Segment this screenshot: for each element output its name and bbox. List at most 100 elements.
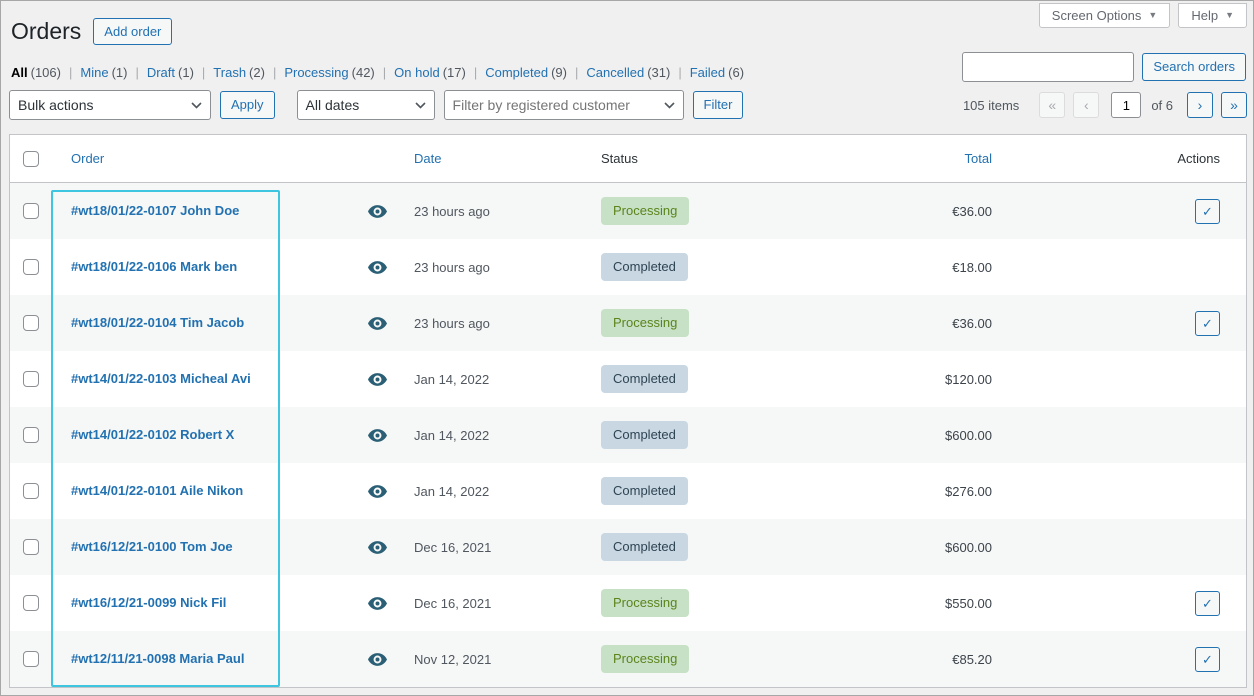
status-badge: Completed	[601, 477, 688, 505]
status-badge: Processing	[601, 197, 690, 225]
order-date: Nov 12, 2021	[414, 651, 492, 667]
row-checkbox[interactable]	[23, 595, 39, 611]
filter-count: (2)	[249, 65, 265, 80]
select-all-checkbox[interactable]	[23, 150, 39, 167]
table-row: #wt14/01/22-0101 Aile Nikon Jan 14, 2022…	[10, 463, 1246, 519]
table-header-row: Order Date Status Total Actions	[10, 135, 1246, 183]
row-checkbox[interactable]	[23, 315, 39, 331]
help-button[interactable]: Help ▼	[1178, 3, 1247, 28]
filter-label: All	[11, 65, 28, 80]
order-link[interactable]: #wt18/01/22-0106 Mark ben	[71, 259, 237, 274]
filter-label: Trash	[213, 65, 247, 80]
next-page-button[interactable]: ›	[1187, 92, 1213, 118]
customer-filter-placeholder: Filter by registered customer	[452, 97, 630, 113]
order-date: 23 hours ago	[414, 203, 490, 219]
bulk-actions-value: Bulk actions	[18, 97, 94, 113]
order-total: $600.00	[945, 427, 992, 443]
order-date: 23 hours ago	[414, 315, 490, 331]
order-total: $550.00	[945, 595, 992, 611]
filter-count: (6)	[728, 65, 745, 80]
chevron-down-icon	[414, 102, 426, 109]
status-filter-draft[interactable]: Draft(1)	[147, 65, 194, 80]
order-link[interactable]: #wt14/01/22-0102 Robert X	[71, 427, 234, 442]
order-link[interactable]: #wt18/01/22-0104 Tim Jacob	[71, 315, 244, 330]
order-link[interactable]: #wt12/11/21-0098 Maria Paul	[71, 651, 244, 666]
prev-page-button[interactable]: ‹	[1073, 92, 1100, 118]
filter-count: (1)	[178, 65, 194, 80]
page-header: Orders Add order	[11, 17, 173, 46]
preview-eye-icon[interactable]	[367, 204, 387, 218]
order-date: Dec 16, 2021	[414, 595, 492, 611]
table-row: #wt18/01/22-0106 Mark ben 23 hours ago C…	[10, 239, 1246, 295]
order-total: €36.00	[952, 315, 992, 331]
bulk-actions-select[interactable]: Bulk actions	[9, 90, 211, 120]
status-filter-cancelled[interactable]: Cancelled(31)	[586, 65, 670, 80]
date-filter-select[interactable]: All dates	[296, 90, 435, 120]
row-checkbox[interactable]	[23, 259, 39, 275]
preview-eye-icon[interactable]	[367, 428, 387, 442]
filter-button[interactable]: Filter	[692, 91, 744, 119]
total-pages-label: of 6	[1151, 97, 1173, 113]
table-row: #wt14/01/22-0102 Robert X Jan 14, 2022 C…	[10, 407, 1246, 463]
table-row: #wt18/01/22-0104 Tim Jacob 23 hours ago …	[10, 295, 1246, 351]
customer-filter-select[interactable]: Filter by registered customer	[443, 90, 684, 120]
top-buttons: Screen Options ▼ Help ▼	[1038, 3, 1247, 28]
filter-count: (31)	[647, 65, 671, 80]
order-total: €18.00	[952, 259, 992, 275]
row-checkbox[interactable]	[23, 427, 39, 443]
row-checkbox[interactable]	[23, 651, 39, 667]
preview-eye-icon[interactable]	[367, 596, 387, 610]
preview-eye-icon[interactable]	[367, 316, 387, 330]
apply-button[interactable]: Apply	[220, 91, 275, 119]
order-link[interactable]: #wt14/01/22-0101 Aile Nikon	[71, 483, 243, 498]
current-page-input[interactable]	[1111, 92, 1142, 118]
check-icon: ✓	[1202, 651, 1213, 667]
row-checkbox[interactable]	[23, 539, 39, 555]
column-header-date[interactable]: Date	[414, 151, 441, 166]
complete-order-button[interactable]: ✓	[1195, 646, 1220, 672]
status-filter-mine[interactable]: Mine(1)	[80, 65, 127, 80]
status-badge: Processing	[601, 309, 690, 337]
status-filter-completed[interactable]: Completed(9)	[485, 65, 567, 80]
search-orders-input[interactable]	[962, 52, 1135, 82]
filter-label: On hold	[394, 65, 440, 80]
status-badge: Completed	[601, 365, 688, 393]
filter-label: Draft	[146, 65, 176, 80]
status-filter-failed[interactable]: Failed(6)	[690, 65, 744, 80]
status-filter-processing[interactable]: Processing(42)	[284, 65, 374, 80]
search-area: Search orders	[962, 52, 1246, 82]
status-filter-all[interactable]: All (106)	[11, 65, 61, 80]
order-total: $276.00	[945, 483, 992, 499]
order-date: Jan 14, 2022	[414, 483, 490, 499]
status-badge: Completed	[601, 421, 688, 449]
row-checkbox[interactable]	[23, 483, 39, 499]
status-filter-list: All(106) Mine(1) Draft(1) Trash(2) Proce…	[11, 65, 744, 80]
preview-eye-icon[interactable]	[367, 540, 387, 554]
complete-order-button[interactable]: ✓	[1195, 198, 1220, 224]
complete-order-button[interactable]: ✓	[1195, 590, 1220, 616]
order-link[interactable]: #wt16/12/21-0099 Nick Fil	[71, 595, 226, 610]
preview-eye-icon[interactable]	[367, 372, 387, 386]
preview-eye-icon[interactable]	[367, 260, 387, 274]
search-orders-button[interactable]: Search orders	[1142, 53, 1246, 81]
chevron-down-icon: ▼	[1148, 10, 1158, 20]
check-icon: ✓	[1202, 203, 1213, 219]
screen-options-button[interactable]: Screen Options ▼	[1038, 3, 1171, 28]
add-order-button[interactable]: Add order	[93, 17, 173, 46]
order-total: $120.00	[945, 371, 992, 387]
column-header-total[interactable]: Total	[965, 151, 992, 166]
order-link[interactable]: #wt14/01/22-0103 Micheal Avi	[71, 371, 251, 386]
column-header-order[interactable]: Order	[71, 151, 104, 166]
order-link[interactable]: #wt16/12/21-0100 Tom Joe	[71, 539, 233, 554]
preview-eye-icon[interactable]	[367, 484, 387, 498]
row-checkbox[interactable]	[23, 371, 39, 387]
order-link[interactable]: #wt18/01/22-0107 John Doe	[71, 203, 239, 218]
complete-order-button[interactable]: ✓	[1195, 310, 1220, 336]
status-filter-trash[interactable]: Trash(2)	[213, 65, 265, 80]
status-filter-on-hold[interactable]: On hold(17)	[394, 65, 466, 80]
first-page-button[interactable]: «	[1039, 92, 1066, 118]
chevron-down-icon	[191, 102, 202, 109]
preview-eye-icon[interactable]	[367, 652, 387, 666]
row-checkbox[interactable]	[23, 203, 39, 219]
last-page-button[interactable]: »	[1221, 92, 1247, 118]
